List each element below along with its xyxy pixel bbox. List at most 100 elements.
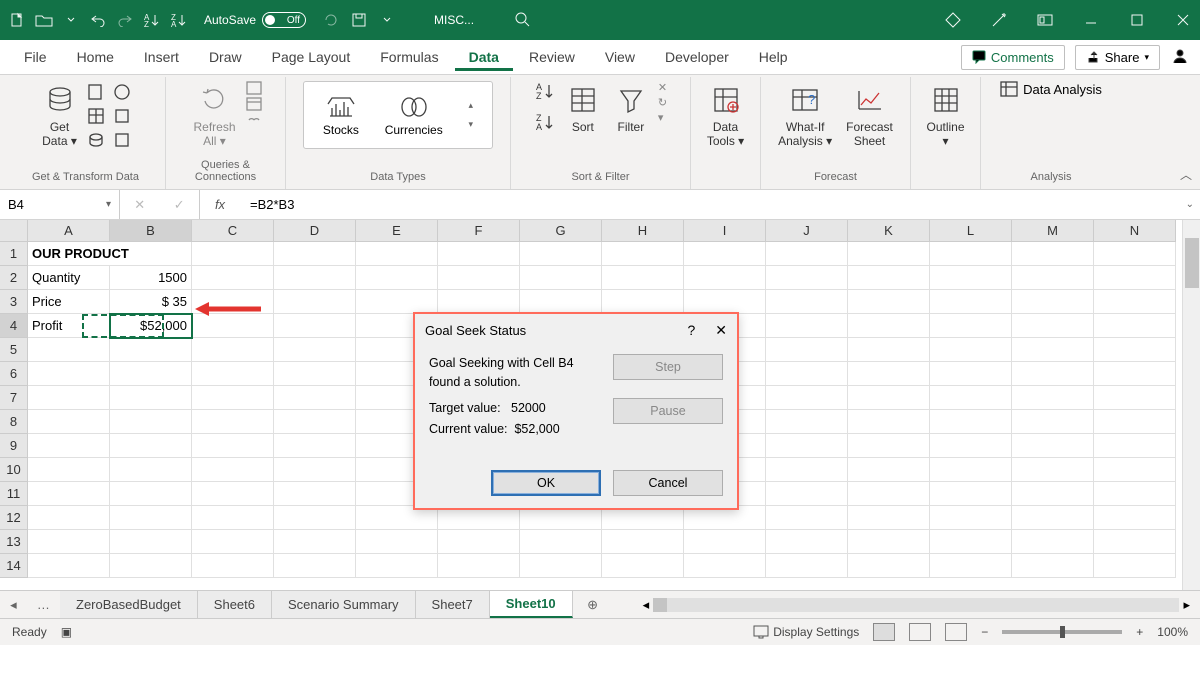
close-icon[interactable]: ✕ bbox=[715, 322, 727, 339]
row-header[interactable]: 5 bbox=[0, 338, 28, 362]
chevron-down-icon[interactable] bbox=[378, 11, 396, 29]
cell[interactable] bbox=[356, 242, 438, 266]
sort-button[interactable]: Sort bbox=[562, 81, 604, 136]
cell[interactable] bbox=[192, 506, 274, 530]
properties-icon[interactable] bbox=[246, 97, 262, 111]
expand-formula-icon[interactable]: ⌄ bbox=[1180, 199, 1200, 210]
cell[interactable] bbox=[192, 338, 274, 362]
row-header[interactable]: 13 bbox=[0, 530, 28, 554]
cell[interactable] bbox=[1012, 338, 1094, 362]
cell[interactable] bbox=[1012, 434, 1094, 458]
tab-scroll-left-icon[interactable]: ◂ bbox=[10, 597, 17, 613]
edit-links-icon[interactable] bbox=[246, 113, 262, 127]
cell[interactable] bbox=[684, 530, 766, 554]
tab-scroll-more-icon[interactable]: … bbox=[37, 597, 50, 612]
clear-filter-icon[interactable]: ✕ bbox=[658, 81, 667, 94]
cell[interactable] bbox=[766, 290, 848, 314]
cell[interactable] bbox=[848, 314, 930, 338]
sheet-tab[interactable]: Sheet10 bbox=[490, 591, 573, 618]
new-file-icon[interactable] bbox=[8, 11, 26, 29]
data-tools-button[interactable]: DataTools ▾ bbox=[703, 81, 748, 151]
cell[interactable] bbox=[930, 314, 1012, 338]
cell[interactable] bbox=[766, 458, 848, 482]
chevron-down-icon[interactable] bbox=[62, 11, 80, 29]
cell[interactable] bbox=[1094, 530, 1176, 554]
comments-button[interactable]: Comments bbox=[961, 45, 1065, 70]
collapse-ribbon-icon[interactable]: ︿ bbox=[1180, 166, 1192, 183]
cell[interactable] bbox=[1094, 410, 1176, 434]
cell[interactable] bbox=[766, 434, 848, 458]
cell[interactable] bbox=[274, 362, 356, 386]
cell[interactable] bbox=[766, 482, 848, 506]
column-header[interactable]: B bbox=[110, 220, 192, 242]
cell[interactable] bbox=[766, 242, 848, 266]
sheet-tab[interactable]: Scenario Summary bbox=[272, 591, 416, 618]
row-header[interactable]: 4 bbox=[0, 314, 28, 338]
cell[interactable] bbox=[1094, 506, 1176, 530]
vertical-scrollbar[interactable] bbox=[1182, 220, 1200, 590]
cell[interactable] bbox=[438, 530, 520, 554]
cell[interactable] bbox=[110, 434, 192, 458]
forecast-sheet-button[interactable]: ForecastSheet bbox=[842, 81, 897, 151]
tab-view[interactable]: View bbox=[591, 43, 649, 71]
page-break-view-icon[interactable] bbox=[945, 623, 967, 641]
row-header[interactable]: 3 bbox=[0, 290, 28, 314]
search-icon[interactable] bbox=[514, 11, 532, 29]
advanced-icon[interactable]: ▾ bbox=[658, 111, 667, 124]
queries-icon[interactable] bbox=[246, 81, 262, 95]
tab-draw[interactable]: Draw bbox=[195, 43, 256, 71]
cell[interactable] bbox=[28, 362, 110, 386]
cell[interactable] bbox=[274, 506, 356, 530]
filter-button[interactable]: Filter bbox=[610, 81, 652, 136]
cell[interactable] bbox=[930, 362, 1012, 386]
cell[interactable] bbox=[930, 386, 1012, 410]
cell[interactable] bbox=[766, 410, 848, 434]
existing-conn-icon[interactable] bbox=[87, 131, 105, 149]
row-header[interactable]: 12 bbox=[0, 506, 28, 530]
cell[interactable] bbox=[766, 386, 848, 410]
user-icon[interactable] bbox=[1170, 46, 1190, 69]
refresh-all-button[interactable]: RefreshAll ▾ bbox=[189, 81, 239, 151]
cell[interactable] bbox=[1094, 482, 1176, 506]
macro-record-icon[interactable]: ▣ bbox=[61, 625, 72, 639]
cell[interactable] bbox=[110, 362, 192, 386]
cell[interactable]: $ 35 bbox=[110, 290, 192, 314]
cell[interactable]: Price bbox=[28, 290, 110, 314]
cell[interactable] bbox=[192, 386, 274, 410]
cell[interactable]: Profit bbox=[28, 314, 110, 338]
cell[interactable] bbox=[766, 530, 848, 554]
wand-icon[interactable] bbox=[990, 11, 1008, 29]
row-header[interactable]: 1 bbox=[0, 242, 28, 266]
cell[interactable] bbox=[192, 530, 274, 554]
save-icon[interactable] bbox=[350, 11, 368, 29]
cell[interactable] bbox=[766, 314, 848, 338]
cell[interactable] bbox=[438, 242, 520, 266]
undo-icon[interactable] bbox=[89, 11, 107, 29]
tab-home[interactable]: Home bbox=[63, 43, 128, 71]
data-analysis-button[interactable]: Data Analysis bbox=[1000, 81, 1102, 97]
cell[interactable] bbox=[192, 482, 274, 506]
cancel-button[interactable]: Cancel bbox=[613, 470, 723, 496]
cell[interactable] bbox=[28, 458, 110, 482]
horizontal-scrollbar[interactable]: ◂▸ bbox=[633, 591, 1200, 618]
share-button[interactable]: Share▾ bbox=[1075, 45, 1160, 70]
page-layout-view-icon[interactable] bbox=[909, 623, 931, 641]
cell[interactable] bbox=[930, 410, 1012, 434]
outline-button[interactable]: Outline▾ bbox=[922, 81, 968, 151]
cell[interactable] bbox=[684, 242, 766, 266]
row-header[interactable]: 2 bbox=[0, 266, 28, 290]
cell[interactable] bbox=[274, 434, 356, 458]
cell[interactable] bbox=[1012, 386, 1094, 410]
cell[interactable] bbox=[930, 434, 1012, 458]
tab-formulas[interactable]: Formulas bbox=[366, 43, 452, 71]
cell[interactable] bbox=[1094, 266, 1176, 290]
cell[interactable] bbox=[1012, 362, 1094, 386]
other-icon[interactable] bbox=[113, 131, 131, 149]
get-data-button[interactable]: GetData ▾ bbox=[38, 81, 81, 151]
cell[interactable] bbox=[274, 290, 356, 314]
close-icon[interactable] bbox=[1174, 11, 1192, 29]
cell[interactable] bbox=[1012, 410, 1094, 434]
cell[interactable] bbox=[192, 458, 274, 482]
cell[interactable] bbox=[520, 242, 602, 266]
cell[interactable] bbox=[110, 338, 192, 362]
